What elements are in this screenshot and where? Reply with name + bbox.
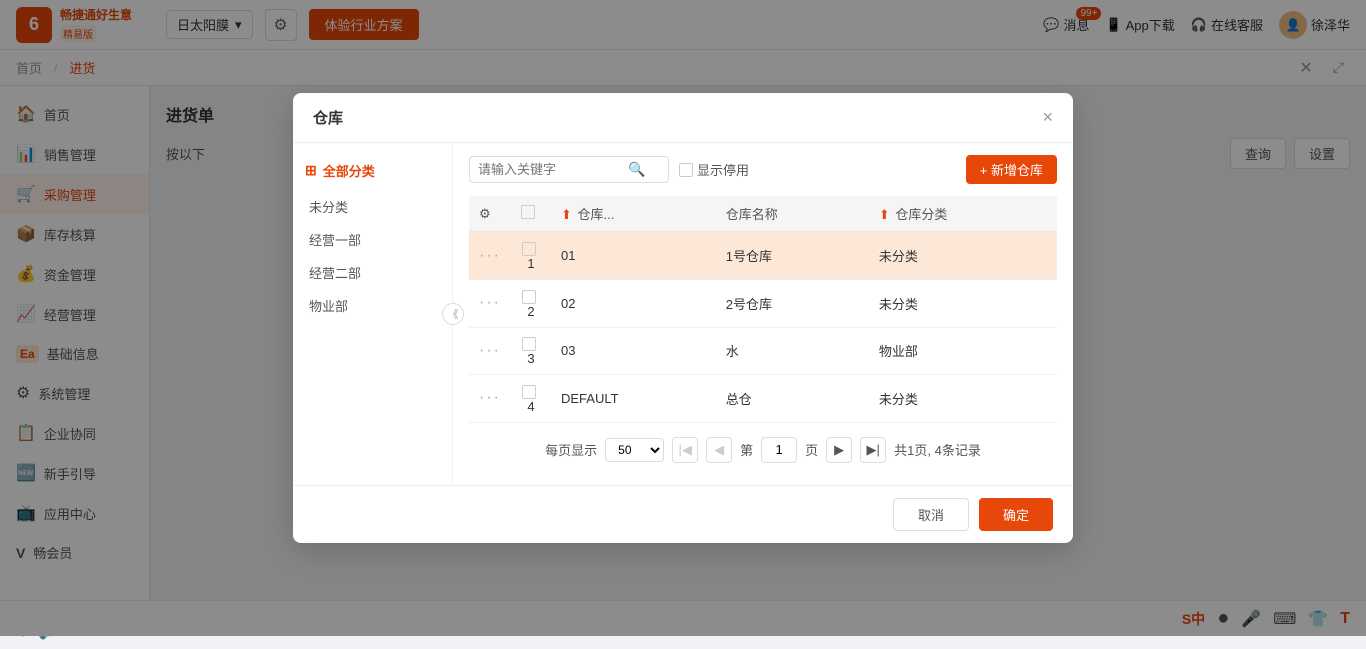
collapse-sidebar-button[interactable]: 《 (442, 303, 464, 325)
warehouse-code-cell: 03 (551, 327, 716, 375)
page-suffix: 页 (805, 440, 818, 459)
table-row[interactable]: ··· 3 03 水 物业部 (469, 327, 1057, 375)
warehouse-category-header[interactable]: ⬆ 仓库分类 (869, 196, 1057, 232)
warehouse-category-cell: 物业部 (869, 327, 1057, 375)
modal-header: 仓库 × (293, 93, 1073, 143)
total-info: 共1页, 4条记录 (894, 440, 981, 459)
warehouse-category-cell: 未分类 (869, 232, 1057, 280)
checkbox-col-header (511, 196, 551, 232)
last-page-button[interactable]: ▶| (860, 437, 886, 463)
cancel-button[interactable]: 取消 (893, 498, 969, 531)
sort-icon-cat: ⬆ (879, 207, 890, 222)
row-settings[interactable]: ··· (469, 279, 511, 327)
warehouse-name-cell: 1号仓库 (716, 232, 869, 280)
table-header-row: ⚙ ⬆ 仓库... 仓库名称 (469, 196, 1057, 232)
warehouse-category-cell: 未分类 (869, 279, 1057, 327)
grid-icon: ⊞ (305, 162, 317, 179)
sort-icon: ⬆ (561, 207, 572, 222)
table-body: ··· 1 01 1号仓库 未分类 ··· 2 02 2号仓库 未分类 ··· … (469, 232, 1057, 422)
row-settings[interactable]: ··· (469, 232, 511, 280)
modal-sidebar: ⊞ 全部分类 《 未分类 经营一部 经营二部 物业部 (293, 143, 453, 484)
per-page-label: 每页显示 (545, 440, 597, 459)
settings-header-icon[interactable]: ⚙ (479, 206, 491, 221)
search-icon[interactable]: 🔍 (628, 161, 645, 178)
modal-body: ⊞ 全部分类 《 未分类 经营一部 经营二部 物业部 🔍 (293, 143, 1073, 484)
dots-menu-icon[interactable]: ··· (479, 389, 501, 406)
row-checkbox[interactable] (522, 385, 536, 399)
warehouse-code-header[interactable]: ⬆ 仓库... (551, 196, 716, 232)
dots-menu-icon[interactable]: ··· (479, 247, 501, 264)
confirm-button[interactable]: 确定 (979, 498, 1053, 531)
modal-toolbar: 🔍 显示停用 + 新增仓库 (469, 155, 1057, 184)
table-head: ⚙ ⬆ 仓库... 仓库名称 (469, 196, 1057, 232)
page-label: 第 (740, 440, 753, 459)
warehouse-name-cell: 水 (716, 327, 869, 375)
row-num: 1 (511, 232, 551, 280)
next-page-button[interactable]: ▶ (826, 437, 852, 463)
dots-menu-icon[interactable]: ··· (479, 294, 501, 311)
show-disabled-checkbox[interactable] (679, 163, 693, 177)
warehouse-name-cell: 总仓 (716, 375, 869, 423)
warehouse-code-cell: DEFAULT (551, 375, 716, 423)
warehouse-category-cell: 未分类 (869, 375, 1057, 423)
row-checkbox[interactable] (522, 290, 536, 304)
row-settings[interactable]: ··· (469, 375, 511, 423)
search-input[interactable] (478, 162, 628, 177)
row-checkbox[interactable] (522, 337, 536, 351)
modal-footer: 取消 确定 (293, 485, 1073, 543)
dots-menu-icon[interactable]: ··· (479, 342, 501, 359)
table-container: ⚙ ⬆ 仓库... 仓库名称 (469, 196, 1057, 422)
row-num: 3 (511, 327, 551, 375)
warehouse-modal: 仓库 × ⊞ 全部分类 《 未分类 经营一部 经营二部 物业部 (293, 93, 1073, 542)
warehouse-name-cell: 2号仓库 (716, 279, 869, 327)
warehouse-code-cell: 02 (551, 279, 716, 327)
modal-sidebar-header[interactable]: ⊞ 全部分类 (293, 155, 452, 190)
modal-sidebar-item-ops1[interactable]: 经营一部 (293, 223, 452, 256)
modal-sidebar-title: 全部分类 (323, 161, 375, 180)
row-settings[interactable]: ··· (469, 327, 511, 375)
warehouse-table: ⚙ ⬆ 仓库... 仓库名称 (469, 196, 1057, 422)
show-disabled-label[interactable]: 显示停用 (679, 160, 749, 179)
modal-sidebar-item-uncategorized[interactable]: 未分类 (293, 190, 452, 223)
search-box: 🔍 (469, 156, 669, 183)
table-row[interactable]: ··· 4 DEFAULT 总仓 未分类 (469, 375, 1057, 423)
warehouse-code-cell: 01 (551, 232, 716, 280)
row-num: 4 (511, 375, 551, 423)
select-all-checkbox[interactable] (521, 205, 535, 219)
settings-col-header: ⚙ (469, 196, 511, 232)
modal-overlay: 仓库 × ⊞ 全部分类 《 未分类 经营一部 经营二部 物业部 (0, 0, 1366, 636)
table-row[interactable]: ··· 2 02 2号仓库 未分类 (469, 279, 1057, 327)
warehouse-name-header[interactable]: 仓库名称 (716, 196, 869, 232)
table-row[interactable]: ··· 1 01 1号仓库 未分类 (469, 232, 1057, 280)
modal-sidebar-item-ops2[interactable]: 经营二部 (293, 256, 452, 289)
row-num: 2 (511, 279, 551, 327)
add-warehouse-button[interactable]: + 新增仓库 (966, 155, 1057, 184)
prev-page-button[interactable]: ◀ (706, 437, 732, 463)
modal-title: 仓库 (313, 107, 343, 128)
row-checkbox[interactable] (522, 242, 536, 256)
modal-sidebar-item-property[interactable]: 物业部 (293, 289, 452, 322)
per-page-select[interactable]: 50 100 200 (605, 438, 664, 462)
first-page-button[interactable]: |◀ (672, 437, 698, 463)
modal-main: 🔍 显示停用 + 新增仓库 ⚙ (453, 143, 1073, 484)
page-number-input[interactable] (761, 437, 797, 463)
pagination-row: 每页显示 50 100 200 |◀ ◀ 第 页 ▶ ▶| 共1页, 4条记录 (469, 427, 1057, 473)
modal-close-button[interactable]: × (1042, 107, 1053, 128)
